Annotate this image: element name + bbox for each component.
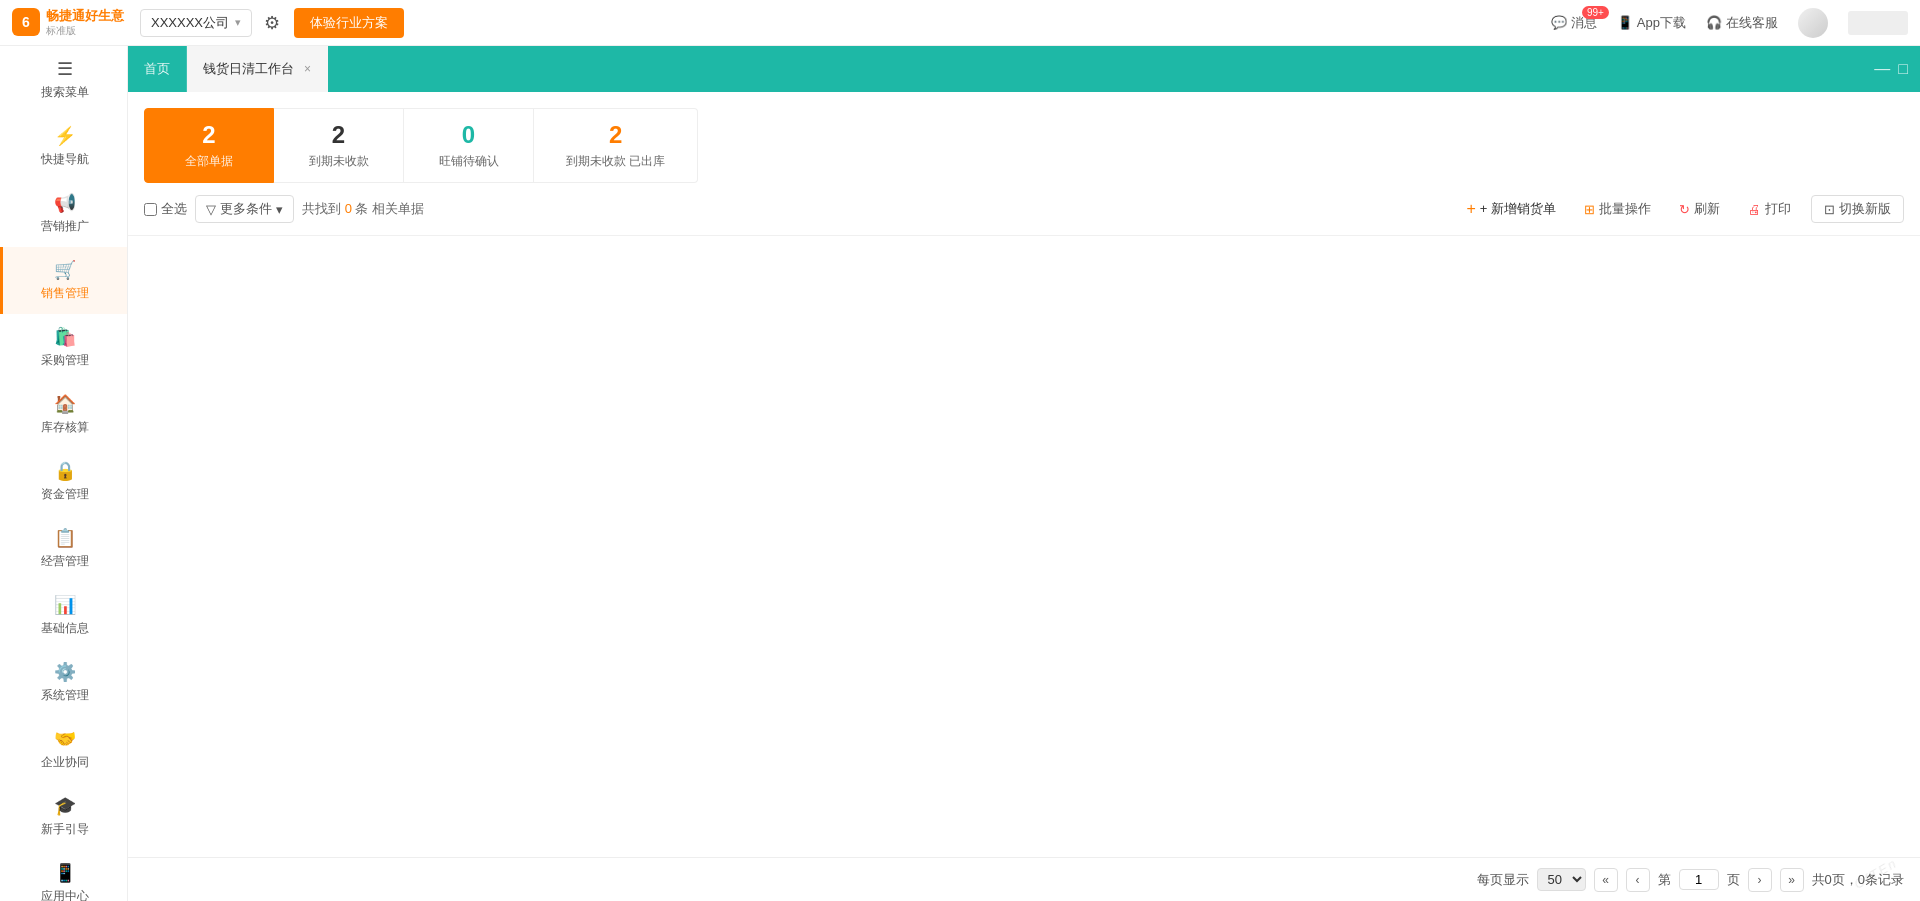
logo-icon: 6 [12, 8, 40, 36]
refresh-icon: ↻ [1679, 202, 1690, 217]
page-size-label: 每页显示 [1477, 871, 1529, 889]
message-button[interactable]: 💬 消息 99+ [1551, 14, 1597, 32]
pagination-bar: 每页显示 50 « ‹ 第 页 › » 共0页，0条记录 [128, 857, 1920, 901]
minimize-button[interactable]: — [1874, 60, 1890, 78]
inventory-icon: 🏠 [54, 393, 76, 415]
sidebar-item-search[interactable]: ☰ 搜索菜单 [0, 46, 127, 113]
page-size-select[interactable]: 50 [1537, 868, 1586, 891]
page-label: 第 [1658, 871, 1671, 889]
card-shipped[interactable]: 2 到期未收款 已出库 [534, 108, 698, 183]
tab-home[interactable]: 首页 [128, 46, 187, 92]
sidebar-item-operations[interactable]: 📋 经营管理 [0, 515, 127, 582]
toolbar: 全选 ▽ 更多条件 ▾ 共找到 0 条 相关单据 + + 新增销货单 [128, 183, 1920, 236]
content-area: 2 全部单据 2 到期未收款 0 旺铺待确认 2 到期未收款 已出库 [128, 92, 1920, 901]
app-download-button[interactable]: 📱 App下载 [1617, 14, 1686, 32]
enterprise-icon: 🤝 [54, 728, 76, 750]
marketing-icon: 📢 [54, 192, 76, 214]
card-overdue-label: 到期未收款 [309, 153, 369, 170]
avatar[interactable] [1798, 8, 1828, 38]
logo-text: 畅捷通好生意 标准版 [46, 8, 124, 38]
filter-button[interactable]: ▽ 更多条件 ▾ [195, 195, 294, 223]
sidebar-item-inventory[interactable]: 🏠 库存核算 [0, 381, 127, 448]
summary-cards: 2 全部单据 2 到期未收款 0 旺铺待确认 2 到期未收款 已出库 [128, 92, 1920, 183]
print-button[interactable]: 🖨 打印 [1740, 196, 1799, 222]
refresh-button[interactable]: ↻ 刷新 [1671, 196, 1728, 222]
card-all-number: 2 [202, 121, 215, 149]
card-overdue[interactable]: 2 到期未收款 [274, 108, 404, 183]
chevron-down-icon: ▾ [235, 16, 241, 29]
message-badge: 99+ [1582, 6, 1609, 19]
card-shipped-label: 到期未收款 已出库 [566, 153, 665, 170]
top-right-actions: 💬 消息 99+ 📱 App下载 🎧 在线客服 [1551, 8, 1908, 38]
sidebar-item-system[interactable]: ⚙️ 系统管理 [0, 649, 127, 716]
sidebar-item-purchase[interactable]: 🛍️ 采购管理 [0, 314, 127, 381]
chevron-down-icon: ▾ [276, 202, 283, 217]
logo-area: 6 畅捷通好生意 标准版 [12, 8, 140, 38]
toolbar-right: + + 新增销货单 ⊞ 批量操作 ↻ 刷新 🖨 打印 [1458, 195, 1904, 223]
message-icon: 💬 [1551, 15, 1567, 30]
sidebar-item-appcenter[interactable]: 📱 应用中心 [0, 850, 127, 901]
search-icon: ☰ [57, 58, 73, 80]
card-shipped-number: 2 [609, 121, 622, 149]
sidebar-item-sales[interactable]: 🛒 销售管理 [0, 247, 127, 314]
main-content: 首页 钱货日清工作台 × — □ 2 全部单据 2 到期未收款 [128, 46, 1920, 901]
batch-operation-button[interactable]: ⊞ 批量操作 [1576, 196, 1659, 222]
card-pending-label: 旺铺待确认 [439, 153, 499, 170]
maximize-button[interactable]: □ [1898, 60, 1908, 78]
top-bar: 6 畅捷通好生意 标准版 XXXXXX公司 ▾ ⚙ 体验行业方案 💬 消息 99… [0, 0, 1920, 46]
user-info [1848, 11, 1908, 35]
found-text: 共找到 0 条 相关单据 [302, 200, 424, 218]
experience-button[interactable]: 体验行业方案 [294, 8, 404, 38]
sidebar: ☰ 搜索菜单 ⚡ 快捷导航 📢 营销推广 🛒 销售管理 🛍️ 采购管理 🏠 库存… [0, 46, 128, 901]
guide-icon: 🎓 [54, 795, 76, 817]
basicinfo-icon: 📊 [54, 594, 76, 616]
sidebar-item-basicinfo[interactable]: 📊 基础信息 [0, 582, 127, 649]
download-icon: 📱 [1617, 15, 1633, 30]
quicknav-icon: ⚡ [54, 125, 76, 147]
prev-page-button[interactable]: ‹ [1626, 868, 1650, 892]
print-icon: 🖨 [1748, 202, 1761, 217]
card-all-label: 全部单据 [185, 153, 233, 170]
sidebar-item-marketing[interactable]: 📢 营销推广 [0, 180, 127, 247]
card-all[interactable]: 2 全部单据 [144, 108, 274, 183]
tab-bar: 首页 钱货日清工作台 × — □ [128, 46, 1920, 92]
page-label2: 页 [1727, 871, 1740, 889]
select-all-label[interactable]: 全选 [144, 200, 187, 218]
card-overdue-number: 2 [332, 121, 345, 149]
card-pending-number: 0 [462, 121, 475, 149]
sidebar-item-guide[interactable]: 🎓 新手引导 [0, 783, 127, 850]
sidebar-item-enterprise[interactable]: 🤝 企业协同 [0, 716, 127, 783]
switch-icon: ⊡ [1824, 202, 1835, 217]
switch-version-button[interactable]: ⊡ 切换新版 [1811, 195, 1904, 223]
online-service-button[interactable]: 🎧 在线客服 [1706, 14, 1778, 32]
sidebar-item-quicknav[interactable]: ⚡ 快捷导航 [0, 113, 127, 180]
appcenter-icon: 📱 [54, 862, 76, 884]
select-all-checkbox[interactable] [144, 203, 157, 216]
next-page-button[interactable]: › [1748, 868, 1772, 892]
first-page-button[interactable]: « [1594, 868, 1618, 892]
sales-icon: 🛒 [54, 259, 76, 281]
system-icon: ⚙️ [54, 661, 76, 683]
total-info: 共0页，0条记录 [1812, 871, 1904, 889]
purchase-icon: 🛍️ [54, 326, 76, 348]
filter-icon: ▽ [206, 202, 216, 217]
sidebar-item-finance[interactable]: 🔒 资金管理 [0, 448, 127, 515]
empty-content-area [128, 236, 1920, 857]
last-page-button[interactable]: » [1780, 868, 1804, 892]
company-name: XXXXXX公司 [151, 14, 229, 32]
tab-close-button[interactable]: × [304, 62, 311, 76]
plus-icon: + [1466, 200, 1475, 218]
card-pending[interactable]: 0 旺铺待确认 [404, 108, 534, 183]
operations-icon: 📋 [54, 527, 76, 549]
company-selector[interactable]: XXXXXX公司 ▾ [140, 9, 252, 37]
tab-workbench[interactable]: 钱货日清工作台 × [187, 46, 328, 92]
batch-icon: ⊞ [1584, 202, 1595, 217]
add-sales-order-button[interactable]: + + 新增销货单 [1458, 196, 1564, 222]
settings-button[interactable]: ⚙ [260, 11, 284, 35]
tab-window-actions: — □ [1874, 46, 1920, 92]
finance-icon: 🔒 [54, 460, 76, 482]
headset-icon: 🎧 [1706, 15, 1722, 30]
main-layout: ☰ 搜索菜单 ⚡ 快捷导航 📢 营销推广 🛒 销售管理 🛍️ 采购管理 🏠 库存… [0, 46, 1920, 901]
page-number-input[interactable] [1679, 869, 1719, 890]
